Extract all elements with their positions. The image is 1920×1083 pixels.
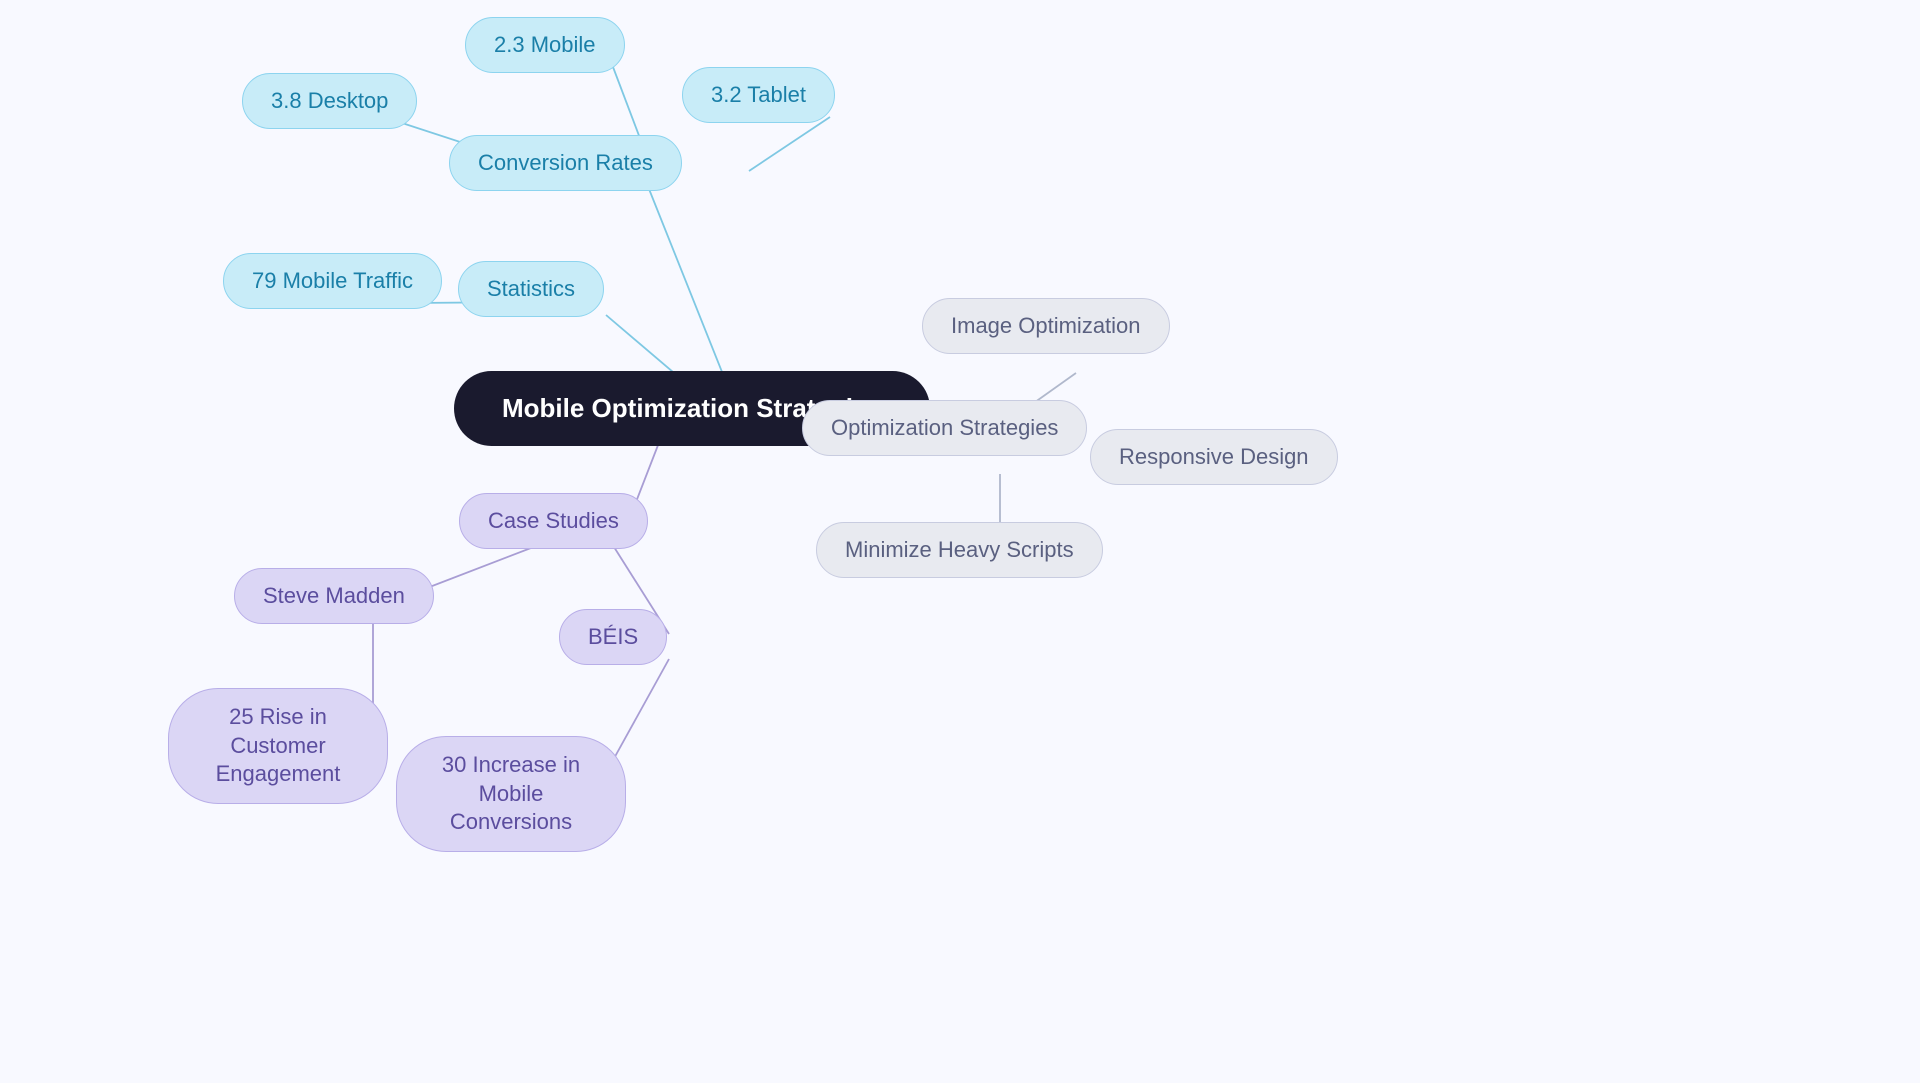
tablet-32-node: 3.2 Tablet [682,67,835,123]
rise-customer-node: 25 Rise in Customer Engagement [168,688,388,804]
minimize-scripts-node: Minimize Heavy Scripts [816,522,1103,578]
case-studies-node: Case Studies [459,493,648,549]
beis-node: BÉIS [559,609,667,665]
steve-madden-node: Steve Madden [234,568,434,624]
mobile-traffic-node: 79 Mobile Traffic [223,253,442,309]
image-optimization-node: Image Optimization [922,298,1170,354]
optimization-strategies-node: Optimization Strategies [802,400,1087,456]
responsive-design-node: Responsive Design [1090,429,1338,485]
desktop-38-node: 3.8 Desktop [242,73,417,129]
increase-mobile-node: 30 Increase in Mobile Conversions [396,736,626,852]
mobile-23-node: 2.3 Mobile [465,17,625,73]
conversion-rates-node: Conversion Rates [449,135,682,191]
statistics-node: Statistics [458,261,604,317]
